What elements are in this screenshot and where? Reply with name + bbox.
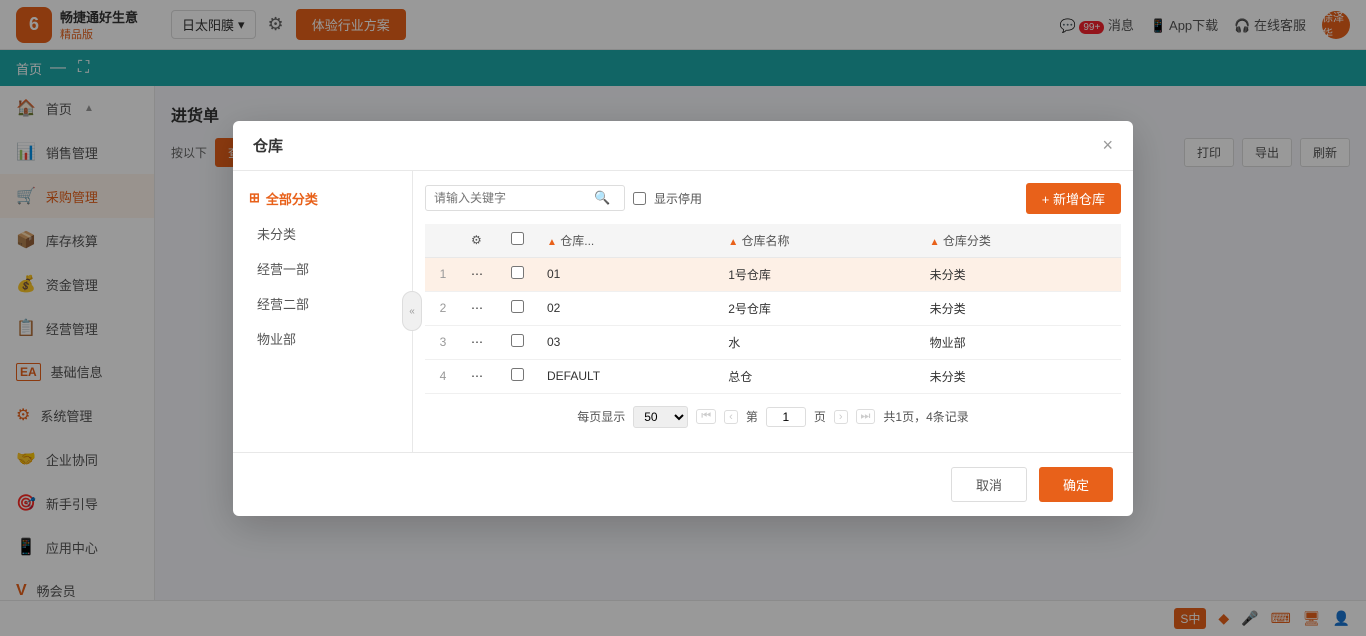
row-code: DEFAULT (537, 359, 718, 393)
row-gear[interactable]: ⋯ (461, 257, 501, 291)
row-number: 3 (425, 325, 461, 359)
next-page-button[interactable]: › (834, 410, 848, 424)
row-category: 未分类 (920, 291, 1121, 325)
show-disabled-checkbox[interactable]: 显示停用 (633, 190, 702, 207)
category-item-operation2[interactable]: 经营二部 (233, 286, 412, 321)
table-body: 1 ⋯ 01 1号仓库 未分类 2 ⋯ 02 2号仓库 未分类 3 ⋯ 03 水… (425, 257, 1121, 393)
confirm-button[interactable]: 确定 (1039, 467, 1113, 502)
col-header-category: ▲ 仓库分类 (920, 224, 1121, 258)
table-row[interactable]: 4 ⋯ DEFAULT 总仓 未分类 (425, 359, 1121, 393)
search-input-wrap: 🔍 (425, 185, 625, 211)
row-name: 1号仓库 (718, 257, 919, 291)
col-header-gear: ⚙ (461, 224, 501, 258)
collapse-panel-button[interactable]: « (402, 291, 422, 331)
row-name: 总仓 (718, 359, 919, 393)
warehouse-table: ⚙ ▲ 仓库... ▲ (425, 224, 1121, 394)
row-code: 01 (537, 257, 718, 291)
row-code: 02 (537, 291, 718, 325)
row-number: 2 (425, 291, 461, 325)
row-checkbox[interactable] (501, 291, 537, 325)
warehouse-modal: 仓库 × ⊞ 全部分类 未分类 经营一部 经营二部 物业部 « (233, 121, 1133, 516)
gear-icon[interactable]: ⚙ (471, 233, 482, 247)
pagination: 每页显示 50 20 100 ⏮ ‹ 第 页 › ⏭ 共1页，4条记录 (425, 394, 1121, 440)
select-all-checkbox[interactable] (511, 232, 524, 245)
grid-icon: ⊞ (249, 190, 260, 206)
row-gear[interactable]: ⋯ (461, 325, 501, 359)
category-item-unclassified[interactable]: 未分类 (233, 216, 412, 251)
per-page-select[interactable]: 50 20 100 (633, 406, 688, 428)
show-disabled-toggle[interactable] (633, 192, 646, 205)
search-icon[interactable]: 🔍 (594, 190, 610, 206)
col-header-code: ▲ 仓库... (537, 224, 718, 258)
all-categories-item[interactable]: ⊞ 全部分类 (233, 181, 412, 216)
table-header: ⚙ ▲ 仓库... ▲ (425, 224, 1121, 258)
row-name: 水 (718, 325, 919, 359)
row-category: 未分类 (920, 257, 1121, 291)
add-warehouse-button[interactable]: + 新增仓库 (1026, 183, 1121, 214)
row-gear[interactable]: ⋯ (461, 291, 501, 325)
row-code: 03 (537, 325, 718, 359)
last-page-button[interactable]: ⏭ (856, 409, 876, 424)
sort-code-icon[interactable]: ▲ (547, 237, 557, 248)
row-number: 4 (425, 359, 461, 393)
category-item-property[interactable]: 物业部 (233, 321, 412, 356)
page-number-input[interactable] (766, 407, 806, 427)
modal-header: 仓库 × (233, 121, 1133, 171)
row-category: 物业部 (920, 325, 1121, 359)
sort-name-icon[interactable]: ▲ (728, 237, 738, 248)
table-row[interactable]: 3 ⋯ 03 水 物业部 (425, 325, 1121, 359)
table-panel: 🔍 显示停用 + 新增仓库 (413, 171, 1133, 452)
first-page-button[interactable]: ⏮ (696, 409, 716, 424)
row-checkbox[interactable] (501, 325, 537, 359)
table-row[interactable]: 1 ⋯ 01 1号仓库 未分类 (425, 257, 1121, 291)
search-input[interactable] (434, 191, 594, 205)
modal-overlay: 仓库 × ⊞ 全部分类 未分类 经营一部 经营二部 物业部 « (0, 0, 1366, 636)
category-item-operation1[interactable]: 经营一部 (233, 251, 412, 286)
row-gear[interactable]: ⋯ (461, 359, 501, 393)
row-checkbox[interactable] (501, 257, 537, 291)
col-header-checkbox (501, 224, 537, 258)
sort-category-icon[interactable]: ▲ (930, 237, 940, 248)
modal-title: 仓库 (253, 135, 283, 156)
table-row[interactable]: 2 ⋯ 02 2号仓库 未分类 (425, 291, 1121, 325)
cancel-button[interactable]: 取消 (951, 467, 1027, 502)
col-header-name: ▲ 仓库名称 (718, 224, 919, 258)
modal-footer: 取消 确定 (233, 452, 1133, 516)
modal-body: ⊞ 全部分类 未分类 经营一部 经营二部 物业部 « (233, 171, 1133, 452)
row-checkbox[interactable] (501, 359, 537, 393)
modal-close-button[interactable]: × (1102, 135, 1113, 156)
search-box: 🔍 显示停用 (425, 185, 702, 211)
chevron-left-icon: « (409, 306, 415, 317)
prev-page-button[interactable]: ‹ (724, 410, 738, 424)
category-panel: ⊞ 全部分类 未分类 经营一部 经营二部 物业部 « (233, 171, 413, 452)
table-toolbar: 🔍 显示停用 + 新增仓库 (425, 183, 1121, 214)
table-wrapper: ⚙ ▲ 仓库... ▲ (425, 224, 1121, 394)
row-category: 未分类 (920, 359, 1121, 393)
row-name: 2号仓库 (718, 291, 919, 325)
col-header-no (425, 224, 461, 258)
row-number: 1 (425, 257, 461, 291)
